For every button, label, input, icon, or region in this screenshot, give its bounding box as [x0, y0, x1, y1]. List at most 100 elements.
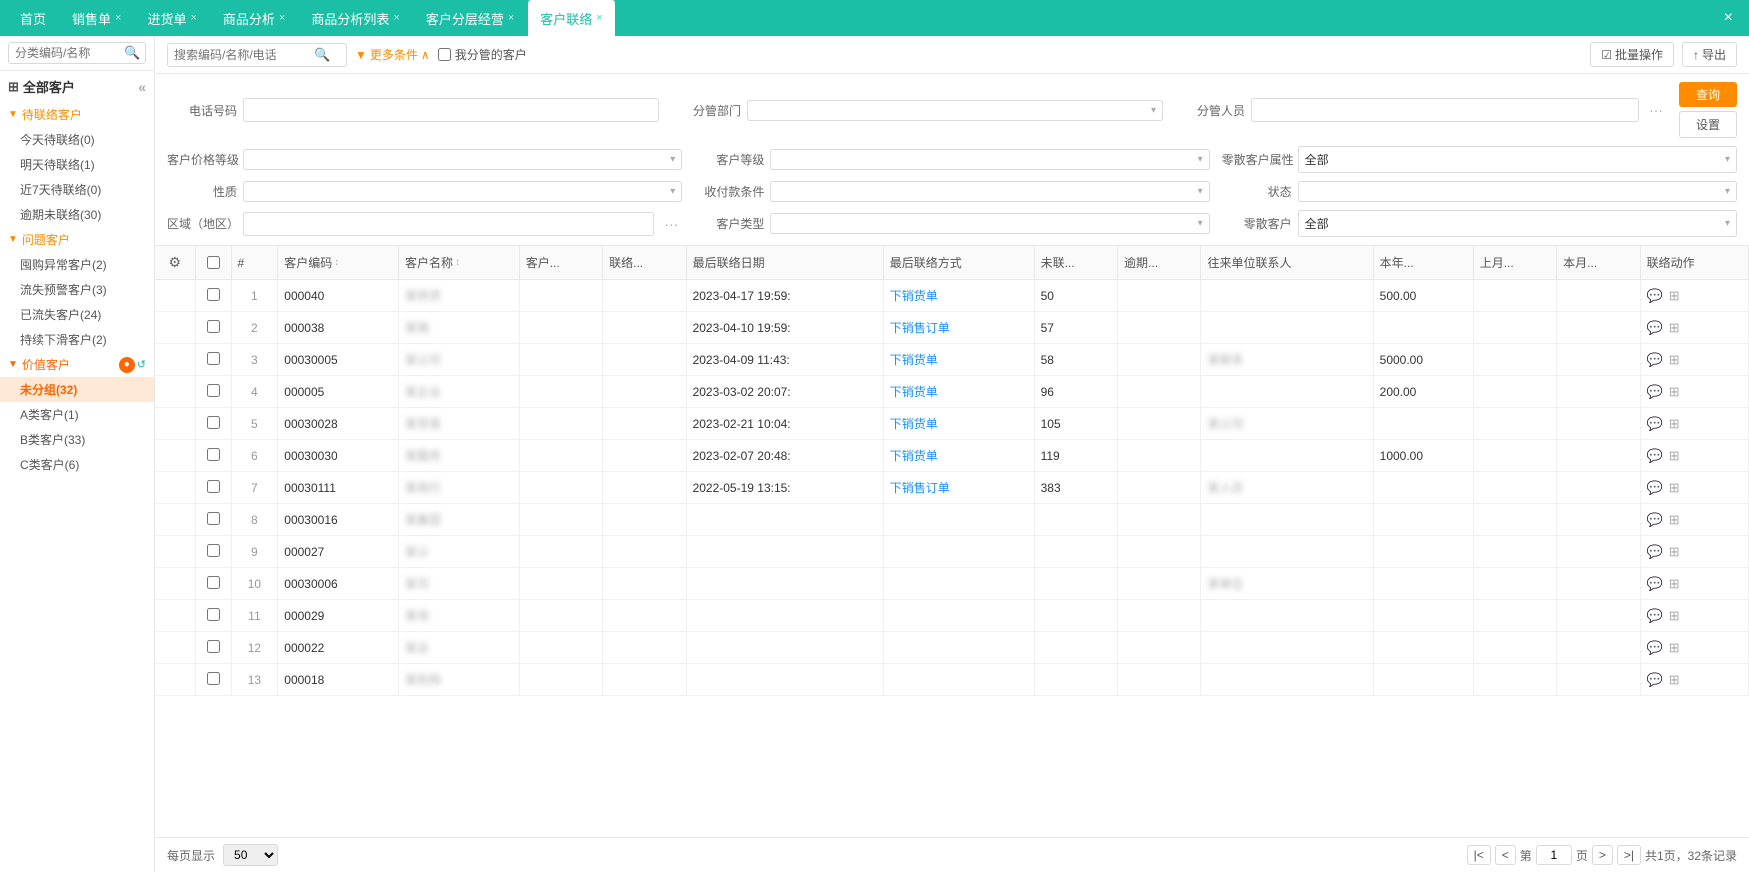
chat-icon[interactable]: 💬 — [1647, 672, 1663, 688]
row-last-type[interactable]: 下销售订单 — [883, 312, 1034, 344]
row-select-checkbox[interactable] — [207, 320, 220, 333]
qr-icon[interactable]: ⊞ — [1669, 448, 1680, 464]
sidebar-item-overdue[interactable]: 逾期未联络(30) — [0, 202, 154, 227]
row-checkbox[interactable] — [195, 440, 231, 472]
last-type-link[interactable]: 下销货单 — [890, 449, 938, 463]
qr-icon[interactable]: ⊞ — [1669, 640, 1680, 656]
qr-icon[interactable]: ⊞ — [1669, 544, 1680, 560]
qr-icon[interactable]: ⊞ — [1669, 320, 1680, 336]
close-product-list-tab[interactable]: × — [393, 12, 399, 24]
filter-sparse-select[interactable]: 全部 ▾ — [1298, 210, 1737, 237]
chat-icon[interactable]: 💬 — [1647, 544, 1663, 560]
row-select-checkbox[interactable] — [207, 416, 220, 429]
row-select-checkbox[interactable] — [207, 288, 220, 301]
chat-icon[interactable]: 💬 — [1647, 288, 1663, 304]
close-purchase-tab[interactable]: × — [190, 12, 196, 24]
my-customers-filter[interactable]: 我分管的客户 — [438, 46, 527, 63]
chat-icon[interactable]: 💬 — [1647, 512, 1663, 528]
qr-icon[interactable]: ⊞ — [1669, 384, 1680, 400]
more-conditions-btn[interactable]: ▼ 更多条件 ∧ — [355, 46, 430, 63]
row-last-type[interactable] — [883, 632, 1034, 664]
name-col-header[interactable]: 客户名称 ↕ — [398, 246, 519, 280]
reset-btn[interactable]: 设置 — [1679, 111, 1737, 138]
chat-icon[interactable]: 💬 — [1647, 416, 1663, 432]
chat-icon[interactable]: 💬 — [1647, 448, 1663, 464]
filter-phone-input[interactable] — [243, 98, 659, 122]
tab-customer-segmentation[interactable]: 客户分层经营 × — [414, 0, 526, 36]
last-type-link[interactable]: 下销货单 — [890, 289, 938, 303]
row-checkbox[interactable] — [195, 344, 231, 376]
filter-type-select[interactable]: ▾ — [770, 213, 1209, 234]
row-select-checkbox[interactable] — [207, 512, 220, 525]
prev-page-btn[interactable]: < — [1495, 845, 1516, 865]
filter-region-input[interactable] — [243, 212, 654, 236]
close-segmentation-tab[interactable]: × — [508, 12, 514, 24]
sidebar-item-declining[interactable]: 持续下滑客户(2) — [0, 327, 154, 352]
refresh-icon[interactable]: ↺ — [137, 358, 146, 371]
filter-status-select[interactable]: ▾ — [1298, 181, 1737, 202]
row-select-checkbox[interactable] — [207, 352, 220, 365]
qr-icon[interactable]: ⊞ — [1669, 608, 1680, 624]
filter-level-select[interactable]: ▾ — [770, 149, 1209, 170]
tab-purchase[interactable]: 进货单 × — [135, 0, 208, 36]
row-select-checkbox[interactable] — [207, 640, 220, 653]
chat-icon[interactable]: 💬 — [1647, 384, 1663, 400]
per-page-select[interactable]: 50 100 200 — [223, 844, 278, 866]
qr-icon[interactable]: ⊞ — [1669, 288, 1680, 304]
row-select-checkbox[interactable] — [207, 608, 220, 621]
qr-icon[interactable]: ⊞ — [1669, 480, 1680, 496]
row-last-type[interactable] — [883, 600, 1034, 632]
row-select-checkbox[interactable] — [207, 448, 220, 461]
sidebar-item-abnormal[interactable]: 囤购异常客户(2) — [0, 252, 154, 277]
filter-price-select[interactable]: ▾ — [243, 149, 682, 170]
sidebar-item-churn-warning[interactable]: 流失预警客户(3) — [0, 277, 154, 302]
export-btn[interactable]: ↑ 导出 — [1682, 42, 1737, 67]
select-all-checkbox[interactable] — [207, 256, 220, 269]
row-checkbox[interactable] — [195, 600, 231, 632]
filter-dept-select[interactable]: ▾ — [747, 100, 1163, 121]
first-page-btn[interactable]: |< — [1467, 845, 1491, 865]
sidebar-item-tomorrow[interactable]: 明天待联络(1) — [0, 152, 154, 177]
last-type-link[interactable]: 下销售订单 — [890, 481, 950, 495]
filter-payment-select[interactable]: ▾ — [770, 181, 1209, 202]
row-last-type[interactable]: 下销货单 — [883, 376, 1034, 408]
row-checkbox[interactable] — [195, 472, 231, 504]
chat-icon[interactable]: 💬 — [1647, 480, 1663, 496]
tab-sales[interactable]: 销售单 × — [60, 0, 133, 36]
chat-icon[interactable]: 💬 — [1647, 640, 1663, 656]
sidebar-item-typeA[interactable]: A类客户(1) — [0, 402, 154, 427]
filter-person-input[interactable] — [1251, 98, 1639, 122]
sidebar-collapse-btn[interactable]: « — [138, 79, 146, 95]
row-last-type[interactable]: 下销货单 — [883, 408, 1034, 440]
row-last-type[interactable]: 下销售订单 — [883, 472, 1034, 504]
tab-home[interactable]: 首页 — [8, 0, 58, 36]
qr-icon[interactable]: ⊞ — [1669, 576, 1680, 592]
settings-col-header[interactable]: ⚙ — [155, 246, 195, 280]
ellipsis-btn-2[interactable]: ··· — [660, 216, 682, 232]
row-checkbox[interactable] — [195, 280, 231, 312]
all-customers-header[interactable]: ⊞ 全部客户 « — [0, 71, 154, 102]
tab-product-analysis[interactable]: 商品分析 × — [211, 0, 297, 36]
last-type-link[interactable]: 下销货单 — [890, 385, 938, 399]
last-page-btn[interactable]: >| — [1617, 845, 1641, 865]
row-last-type[interactable] — [883, 536, 1034, 568]
group-pending-contact[interactable]: ▼ 待联络客户 — [0, 102, 154, 127]
row-checkbox[interactable] — [195, 664, 231, 696]
row-last-type[interactable]: 下销货单 — [883, 280, 1034, 312]
tab-product-analysis-list[interactable]: 商品分析列表 × — [299, 0, 411, 36]
close-contact-tab[interactable]: × — [596, 12, 602, 24]
code-col-header[interactable]: 客户编码 ↕ — [278, 246, 399, 280]
last-type-link[interactable]: 下销货单 — [890, 353, 938, 367]
row-select-checkbox[interactable] — [207, 384, 220, 397]
group-problem-customer[interactable]: ▼ 问题客户 — [0, 227, 154, 252]
row-select-checkbox[interactable] — [207, 480, 220, 493]
row-last-type[interactable] — [883, 664, 1034, 696]
row-checkbox[interactable] — [195, 312, 231, 344]
sidebar-item-today[interactable]: 今天待联络(0) — [0, 127, 154, 152]
checkbox-col-header[interactable] — [195, 246, 231, 280]
sidebar-item-ungroup[interactable]: 未分组(32) — [0, 377, 154, 402]
next-page-btn[interactable]: > — [1592, 845, 1613, 865]
row-checkbox[interactable] — [195, 504, 231, 536]
last-type-link[interactable]: 下销售订单 — [890, 321, 950, 335]
close-all-tabs[interactable]: × — [1716, 9, 1741, 27]
